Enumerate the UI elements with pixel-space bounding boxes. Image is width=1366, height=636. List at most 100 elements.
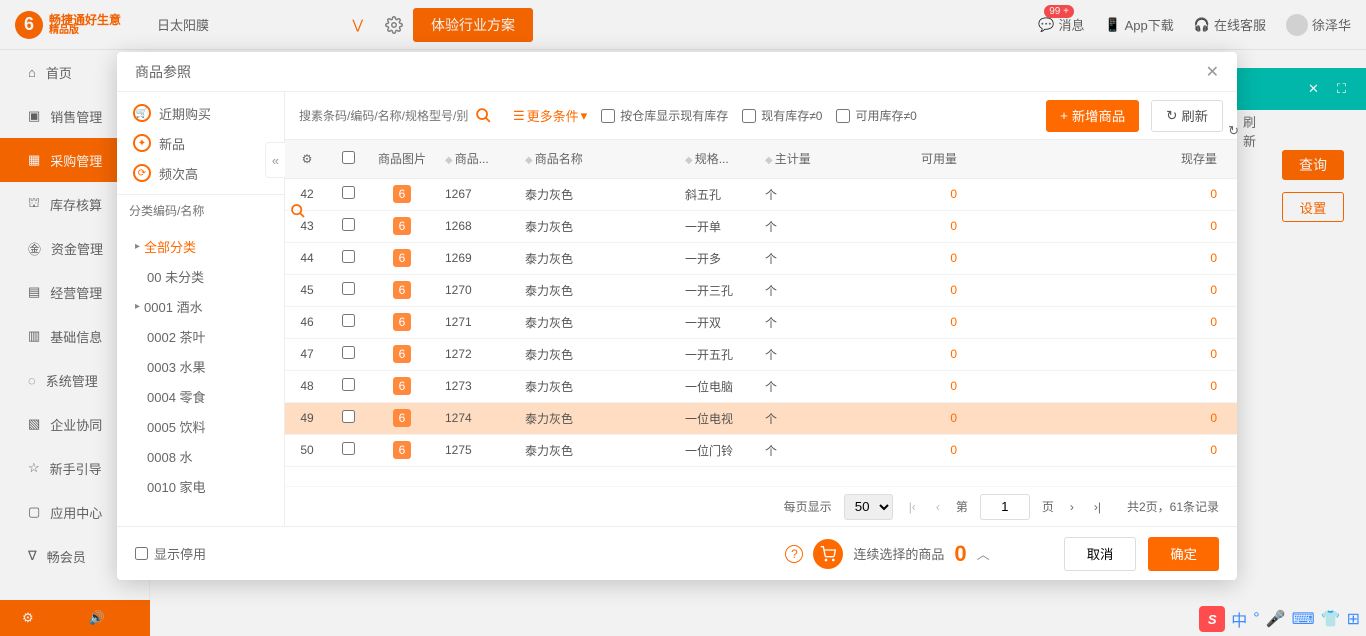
ime-lang-icon[interactable]: 中 [1231, 607, 1247, 631]
chk-by-warehouse[interactable]: 按仓库显示现有库存 [601, 107, 728, 124]
close-icon[interactable]: ✕ [1206, 62, 1219, 82]
sort-icon: ◆ [445, 155, 453, 166]
first-page-icon[interactable]: |‹ [905, 500, 920, 514]
cell-stock: 0 [977, 434, 1237, 466]
cell-stock: 0 [977, 178, 1237, 210]
left-tab-1[interactable]: ✦新品 [117, 128, 284, 158]
row-checkbox[interactable] [342, 250, 355, 263]
cancel-button[interactable]: 取消 [1064, 537, 1137, 571]
product-image-icon: 6 [393, 249, 411, 267]
product-image-icon: 6 [393, 185, 411, 203]
col-name[interactable]: ◆商品名称 [517, 140, 677, 178]
cell-name: 泰力灰色 [517, 306, 677, 338]
chk-onhand-nonzero[interactable]: 现有库存≠0 [742, 107, 822, 124]
collapse-icon[interactable]: « [265, 142, 285, 178]
tree-item[interactable]: 0002 茶叶 [117, 321, 284, 351]
ime-punct-icon[interactable]: ° [1253, 610, 1259, 628]
col-unit[interactable]: ◆主计量 [757, 140, 827, 178]
refresh-label: 刷新 [1181, 106, 1208, 125]
product-table-wrap[interactable]: ⚙ 商品图片 ◆商品... ◆商品名称 ◆规格... ◆主计量 可用量 现存量 … [285, 140, 1237, 486]
refresh-label[interactable]: 刷新 [1243, 112, 1256, 150]
more-conditions[interactable]: ☰ 更多条件 ▾ [513, 106, 587, 125]
cell-name: 泰力灰色 [517, 274, 677, 306]
tree-item[interactable]: 0005 饮料 [117, 411, 284, 441]
row-checkbox[interactable] [342, 314, 355, 327]
category-search-input[interactable] [129, 204, 284, 218]
tree-item[interactable]: 0010 家电 [117, 471, 284, 501]
checkbox[interactable] [742, 109, 756, 123]
next-page-icon[interactable]: › [1066, 500, 1078, 514]
col-stock[interactable]: 现存量 [977, 140, 1237, 178]
ime-skin-icon[interactable]: 👕 [1321, 609, 1341, 629]
help-icon[interactable]: ? [785, 545, 803, 563]
row-checkbox[interactable] [342, 282, 355, 295]
row-checkbox[interactable] [342, 410, 355, 423]
row-checkbox[interactable] [342, 442, 355, 455]
ime-keyboard-icon[interactable]: ⌨ [1292, 609, 1315, 629]
col-spec[interactable]: ◆规格... [677, 140, 757, 178]
add-product-button[interactable]: +新增商品 [1046, 100, 1139, 132]
left-tab-0[interactable]: 🛒近期购买 [117, 98, 284, 128]
checkbox[interactable] [836, 109, 850, 123]
col-code[interactable]: ◆商品... [437, 140, 517, 178]
col-settings[interactable]: ⚙ [285, 140, 329, 178]
col-image[interactable]: 商品图片 [367, 140, 437, 178]
table-row[interactable]: 4861273泰力灰色一位电脑个00 [285, 370, 1237, 402]
chk-available-nonzero[interactable]: 可用库存≠0 [836, 107, 916, 124]
col-available[interactable]: 可用量 [827, 140, 977, 178]
ime-mic-icon[interactable]: 🎤 [1266, 609, 1286, 629]
tree-item[interactable]: 0008 水 [117, 441, 284, 471]
last-page-icon[interactable]: ›| [1090, 500, 1105, 514]
table-row[interactable]: 4561270泰力灰色一开三孔个00 [285, 274, 1237, 306]
refresh-icon: ↻ [1166, 108, 1177, 124]
tree-item[interactable]: 00 未分类 [117, 261, 284, 291]
checkbox[interactable] [135, 547, 148, 560]
table-row[interactable]: 5061275泰力灰色一位门铃个00 [285, 434, 1237, 466]
tree-item[interactable]: 0004 零食 [117, 381, 284, 411]
cell-spec: 一开三孔 [677, 274, 757, 306]
table-row[interactable]: 4661271泰力灰色一开双个00 [285, 306, 1237, 338]
table-row[interactable]: 4961274泰力灰色一位电视个00 [285, 402, 1237, 434]
modal-title: 商品参照 [135, 62, 191, 82]
row-checkbox[interactable] [342, 186, 355, 199]
caret-icon: ▸ [135, 301, 140, 312]
caret-icon: ▸ [135, 241, 140, 252]
ime-s-icon[interactable]: S [1199, 606, 1225, 632]
chevron-up-icon[interactable]: ︿ [977, 544, 990, 563]
left-tab-2[interactable]: ⟳频次高 [117, 158, 284, 188]
cell-available: 0 [827, 274, 977, 306]
cell-unit: 个 [757, 242, 827, 274]
confirm-button[interactable]: 确定 [1148, 537, 1219, 571]
prev-page-icon[interactable]: ‹ [932, 500, 944, 514]
row-index: 46 [285, 306, 329, 338]
tab-icon: ✦ [133, 134, 151, 152]
search-icon[interactable] [475, 107, 492, 124]
tree-item[interactable]: ▸0001 酒水 [117, 291, 284, 321]
table-row[interactable]: 4261267泰力灰色斜五孔个00 [285, 178, 1237, 210]
row-checkbox[interactable] [342, 346, 355, 359]
per-page-select[interactable]: 50 [844, 494, 893, 520]
tree-item[interactable]: 0003 水果 [117, 351, 284, 381]
page-input[interactable] [980, 494, 1030, 520]
table-row[interactable]: 4761272泰力灰色一开五孔个00 [285, 338, 1237, 370]
show-stopped-toggle[interactable]: 显示停用 [135, 544, 206, 563]
search-icon[interactable] [290, 203, 306, 219]
row-checkbox[interactable] [342, 218, 355, 231]
checkbox[interactable] [601, 109, 615, 123]
cell-name: 泰力灰色 [517, 370, 677, 402]
col-checkbox[interactable] [329, 140, 367, 178]
tree-root[interactable]: ▸ 全部分类 [117, 231, 284, 261]
cell-unit: 个 [757, 274, 827, 306]
sort-icon: ◆ [685, 155, 693, 166]
row-index: 44 [285, 242, 329, 274]
row-checkbox[interactable] [342, 378, 355, 391]
table-row[interactable]: 4461269泰力灰色一开多个00 [285, 242, 1237, 274]
cell-available: 0 [827, 370, 977, 402]
table-row[interactable]: 4361268泰力灰色一开单个00 [285, 210, 1237, 242]
product-search-input[interactable] [299, 109, 469, 123]
checkbox-all[interactable] [342, 151, 355, 164]
ime-toolbox-icon[interactable]: ⊞ [1347, 609, 1360, 629]
cart-icon [813, 539, 843, 569]
refresh-icon[interactable]: ↻ [1228, 123, 1239, 139]
refresh-button[interactable]: ↻刷新 [1151, 100, 1223, 132]
